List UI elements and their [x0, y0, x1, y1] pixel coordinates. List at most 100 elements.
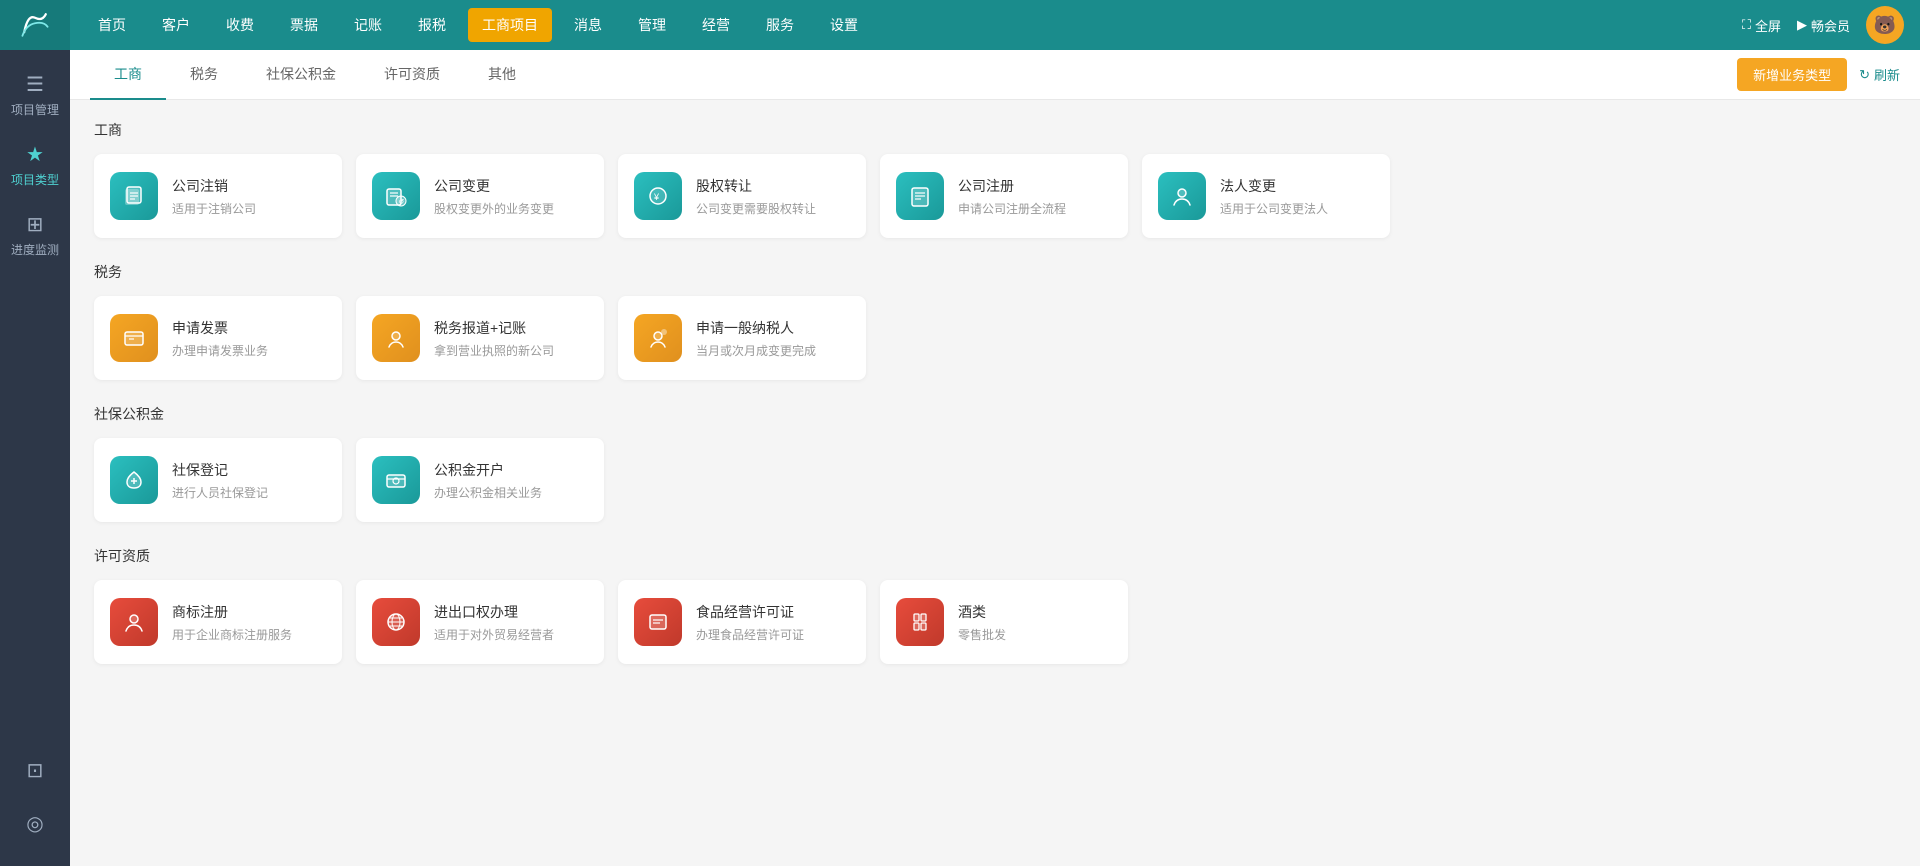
nav-tax-report[interactable]: 报税	[400, 0, 464, 50]
card-icon-equity-transfer: ¥	[634, 172, 682, 220]
location-icon: ◎	[26, 811, 43, 836]
svg-text:¥: ¥	[653, 192, 660, 202]
nav-message[interactable]: 消息	[556, 0, 620, 50]
nav-bill[interactable]: 票据	[272, 0, 336, 50]
nav-fee[interactable]: 收费	[208, 0, 272, 50]
nav-manage[interactable]: 管理	[620, 0, 684, 50]
sub-tabs-actions: 新增业务类型 ↻ 刷新	[1737, 58, 1900, 91]
card-info-liquor: 酒类 零售批发	[958, 602, 1112, 643]
sidebar-label-project-management: 项目管理	[11, 101, 59, 118]
nav-customer[interactable]: 客户	[144, 0, 208, 50]
card-company-cancel[interactable]: 公司注销 适用于注销公司	[94, 154, 342, 238]
card-social-register[interactable]: 社保登记 进行人员社保登记	[94, 438, 342, 522]
card-company-change[interactable]: ↺ 公司变更 股权变更外的业务变更	[356, 154, 604, 238]
sidebar-location-button[interactable]: ◎	[0, 801, 70, 846]
card-tax-bookkeeping[interactable]: 税务报道+记账 拿到营业执照的新公司	[356, 296, 604, 380]
card-info-company-cancel: 公司注销 适用于注销公司	[172, 176, 326, 217]
main-layout: ☰ 项目管理 ★ 项目类型 ⊞ 进度监测 ⊡ ◎ 工商 税务 社保公积金 许可资…	[0, 50, 1920, 866]
card-equity-transfer[interactable]: ¥ 股权转让 公司变更需要股权转让	[618, 154, 866, 238]
sidebar-item-project-type[interactable]: ★ 项目类型	[0, 130, 70, 200]
card-desc-social-register: 进行人员社保登记	[172, 484, 326, 501]
tab-license[interactable]: 许可资质	[360, 50, 464, 100]
download-icon: ⊡	[27, 758, 44, 783]
card-general-taxpayer[interactable]: 申请一般纳税人 当月或次月成变更完成	[618, 296, 866, 380]
card-icon-company-cancel	[110, 172, 158, 220]
card-desc-equity-transfer: 公司变更需要股权转让	[696, 200, 850, 217]
card-info-general-taxpayer: 申请一般纳税人 当月或次月成变更完成	[696, 318, 850, 359]
tab-industrial[interactable]: 工商	[90, 50, 166, 100]
tab-tax[interactable]: 税务	[166, 50, 242, 100]
card-title-company-register: 公司注册	[958, 176, 1112, 196]
tab-other[interactable]: 其他	[464, 50, 540, 100]
fullscreen-icon: ⛶	[1742, 17, 1751, 33]
nav-service[interactable]: 服务	[748, 0, 812, 50]
card-info-tax-bookkeeping: 税务报道+记账 拿到营业执照的新公司	[434, 318, 588, 359]
section-industrial: 工商 公司注销 适用于注销公司 ↺	[94, 120, 1896, 238]
refresh-icon: ↻	[1859, 67, 1870, 83]
section-title-license: 许可资质	[94, 546, 1896, 566]
sub-tabs: 工商 税务 社保公积金 许可资质 其他 新增业务类型 ↻ 刷新	[70, 50, 1920, 100]
add-type-button[interactable]: 新增业务类型	[1737, 58, 1847, 91]
nav-items: 首页 客户 收费 票据 记账 报税 工商项目 消息 管理 经营 服务 设置	[70, 0, 1742, 50]
card-title-food-license: 食品经营许可证	[696, 602, 850, 622]
card-desc-company-register: 申请公司注册全流程	[958, 200, 1112, 217]
card-desc-company-change: 股权变更外的业务变更	[434, 200, 588, 217]
section-social-insurance: 社保公积金 社保登记 进行人员社保登记	[94, 404, 1896, 522]
card-trademark[interactable]: 商标注册 用于企业商标注册服务	[94, 580, 342, 664]
card-icon-general-taxpayer	[634, 314, 682, 362]
refresh-label: 刷新	[1874, 65, 1900, 84]
card-desc-general-taxpayer: 当月或次月成变更完成	[696, 342, 850, 359]
play-icon: ▶	[1797, 17, 1807, 33]
card-desc-food-license: 办理食品经营许可证	[696, 626, 850, 643]
nav-bookkeeping[interactable]: 记账	[336, 0, 400, 50]
card-icon-trademark	[110, 598, 158, 646]
section-title-tax: 税务	[94, 262, 1896, 282]
card-desc-legal-change: 适用于公司变更法人	[1220, 200, 1374, 217]
sidebar-item-progress-monitor[interactable]: ⊞ 进度监测	[0, 200, 70, 270]
card-info-trademark: 商标注册 用于企业商标注册服务	[172, 602, 326, 643]
card-icon-company-register	[896, 172, 944, 220]
sidebar-download-button[interactable]: ⊡	[0, 748, 70, 793]
fullscreen-label: 全屏	[1755, 16, 1781, 35]
nav-industrial[interactable]: 工商项目	[468, 8, 552, 42]
section-license: 许可资质 商标注册 用于企业商标注册服务	[94, 546, 1896, 664]
card-info-apply-invoice: 申请发票 办理申请发票业务	[172, 318, 326, 359]
refresh-button[interactable]: ↻ 刷新	[1859, 65, 1900, 84]
card-title-tax-bookkeeping: 税务报道+记账	[434, 318, 588, 338]
sidebar-item-project-management[interactable]: ☰ 项目管理	[0, 60, 70, 130]
card-food-license[interactable]: 食品经营许可证 办理食品经营许可证	[618, 580, 866, 664]
fullscreen-button[interactable]: ⛶ 全屏	[1742, 16, 1781, 35]
sidebar-label-project-type: 项目类型	[11, 171, 59, 188]
card-fund-account[interactable]: 公积金开户 办理公积金相关业务	[356, 438, 604, 522]
cards-grid-social: 社保登记 进行人员社保登记 公积金开户 办理公积金相关业务	[94, 438, 1896, 522]
nav-operation[interactable]: 经营	[684, 0, 748, 50]
card-title-liquor: 酒类	[958, 602, 1112, 622]
card-title-trademark: 商标注册	[172, 602, 326, 622]
section-title-social: 社保公积金	[94, 404, 1896, 424]
vip-label: 畅会员	[1811, 16, 1850, 35]
nav-home[interactable]: 首页	[80, 0, 144, 50]
card-apply-invoice[interactable]: 申请发票 办理申请发票业务	[94, 296, 342, 380]
card-icon-import-export	[372, 598, 420, 646]
card-desc-import-export: 适用于对外贸易经营者	[434, 626, 588, 643]
scroll-content[interactable]: 工商 公司注销 适用于注销公司 ↺	[70, 100, 1920, 866]
card-liquor[interactable]: 酒类 零售批发	[880, 580, 1128, 664]
progress-monitor-icon: ⊞	[27, 212, 44, 237]
cards-grid-license: 商标注册 用于企业商标注册服务 进出口权办理 适用于对外贸易经营者	[94, 580, 1896, 664]
card-info-company-register: 公司注册 申请公司注册全流程	[958, 176, 1112, 217]
card-info-fund-account: 公积金开户 办理公积金相关业务	[434, 460, 588, 501]
vip-button[interactable]: ▶ 畅会员	[1797, 16, 1850, 35]
card-info-equity-transfer: 股权转让 公司变更需要股权转让	[696, 176, 850, 217]
card-info-import-export: 进出口权办理 适用于对外贸易经营者	[434, 602, 588, 643]
card-icon-social-register	[110, 456, 158, 504]
tab-social-insurance[interactable]: 社保公积金	[242, 50, 360, 100]
user-avatar[interactable]: 🐻	[1866, 6, 1904, 44]
card-import-export[interactable]: 进出口权办理 适用于对外贸易经营者	[356, 580, 604, 664]
card-title-import-export: 进出口权办理	[434, 602, 588, 622]
card-company-register[interactable]: 公司注册 申请公司注册全流程	[880, 154, 1128, 238]
card-desc-apply-invoice: 办理申请发票业务	[172, 342, 326, 359]
card-title-social-register: 社保登记	[172, 460, 326, 480]
nav-settings[interactable]: 设置	[812, 0, 876, 50]
card-title-fund-account: 公积金开户	[434, 460, 588, 480]
card-legal-change[interactable]: 法人变更 适用于公司变更法人	[1142, 154, 1390, 238]
